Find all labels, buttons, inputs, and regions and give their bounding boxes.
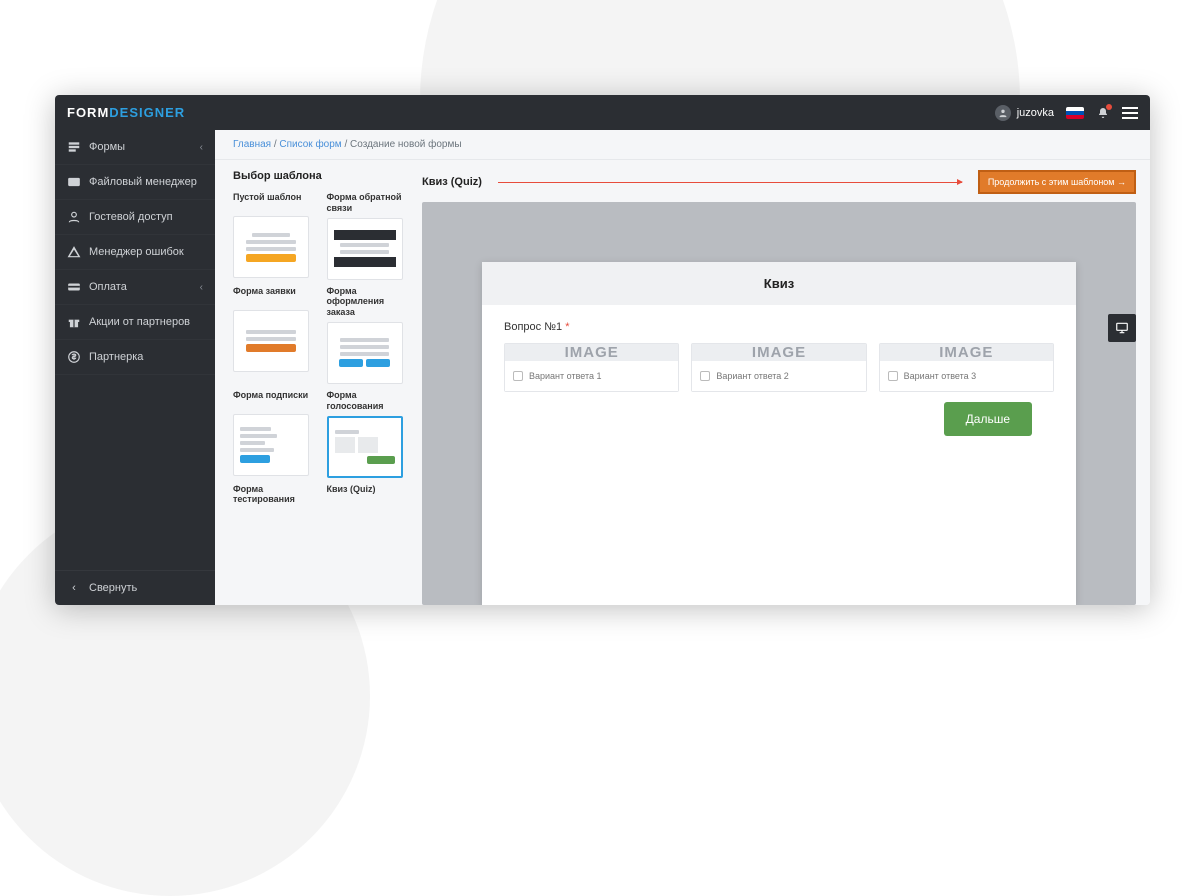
sidebar-item-forms[interactable]: Формы ‹ <box>55 130 215 165</box>
arrow-indicator <box>498 182 962 183</box>
flag-ru-icon <box>1066 107 1084 119</box>
quiz-heading: Квиз <box>482 262 1076 305</box>
sidebar-item-label: Оплата <box>89 281 127 293</box>
template-request[interactable]: Форма заявки <box>233 286 315 384</box>
sidebar-item-label: Акции от партнеров <box>89 316 190 328</box>
collapse-label: Свернуть <box>89 582 137 594</box>
template-quiz[interactable]: Квиз (Quiz) <box>327 484 409 510</box>
chevron-left-icon: ‹ <box>200 282 203 293</box>
desktop-icon <box>1115 321 1129 335</box>
radio-icon <box>513 371 523 381</box>
next-button[interactable]: Дальше <box>944 402 1032 436</box>
preview-area: Квиз (Quiz) Продолжить с этим шаблоном →… <box>408 160 1150 605</box>
guest-icon <box>67 210 81 224</box>
bell-icon <box>1096 106 1110 120</box>
app-window: FORMDESIGNER juzovka Формы ‹ <box>55 95 1150 605</box>
main-area: Главная / Список форм / Создание новой ф… <box>215 130 1150 605</box>
image-placeholder: IMAGE <box>880 344 1053 361</box>
logo[interactable]: FORMDESIGNER <box>67 105 185 120</box>
hamburger-icon <box>1122 107 1138 119</box>
template-testing[interactable]: Форма тестирования <box>233 484 315 510</box>
payment-icon <box>67 280 81 294</box>
radio-icon <box>700 371 710 381</box>
device-toggle[interactable] <box>1108 314 1136 342</box>
avatar-icon <box>995 105 1011 121</box>
image-placeholder: IMAGE <box>692 344 865 361</box>
breadcrumb: Главная / Список форм / Создание новой ф… <box>215 130 1150 160</box>
template-feedback[interactable]: Форма обратной связи <box>327 192 409 280</box>
template-thumb <box>233 216 309 278</box>
continue-button[interactable]: Продолжить с этим шаблоном → <box>978 170 1136 194</box>
preview-title: Квиз (Quiz) <box>422 176 482 188</box>
sidebar-item-label: Партнерка <box>89 351 143 363</box>
template-vote[interactable]: Форма голосования <box>327 390 409 478</box>
required-mark: * <box>565 321 569 333</box>
files-icon <box>67 175 81 189</box>
breadcrumb-home[interactable]: Главная <box>233 139 271 150</box>
quiz-option-2[interactable]: IMAGE Вариант ответа 2 <box>691 343 866 392</box>
templates-title: Выбор шаблона <box>233 170 408 182</box>
language-switch[interactable] <box>1066 107 1084 119</box>
template-thumb <box>233 310 309 372</box>
user-name: juzovka <box>1017 107 1054 119</box>
gift-icon <box>67 315 81 329</box>
sidebar-item-errors[interactable]: Менеджер ошибок <box>55 235 215 270</box>
question-label: Вопрос №1 * <box>504 321 1054 333</box>
breadcrumb-current: Создание новой формы <box>350 139 462 150</box>
sidebar: Формы ‹ Файловый менеджер Гостевой досту… <box>55 130 215 605</box>
logo-part1: FORM <box>67 105 109 120</box>
sidebar-item-partner[interactable]: Партнерка <box>55 340 215 375</box>
template-panel: Выбор шаблона Пустой шаблон Форма обратн… <box>215 160 408 605</box>
warning-icon <box>67 245 81 259</box>
radio-icon <box>888 371 898 381</box>
menu-toggle[interactable] <box>1122 107 1138 119</box>
template-thumb <box>327 322 403 384</box>
sidebar-item-guest[interactable]: Гостевой доступ <box>55 200 215 235</box>
dollar-icon <box>67 350 81 364</box>
quiz-option-1[interactable]: IMAGE Вариант ответа 1 <box>504 343 679 392</box>
forms-icon <box>67 140 81 154</box>
sidebar-item-files[interactable]: Файловый менеджер <box>55 165 215 200</box>
sidebar-item-promo[interactable]: Акции от партнеров <box>55 305 215 340</box>
sidebar-collapse[interactable]: ‹ Свернуть <box>55 570 215 605</box>
template-thumb <box>233 414 309 476</box>
template-thumb <box>327 218 403 280</box>
chevron-left-icon: ‹ <box>67 581 81 595</box>
user-menu[interactable]: juzovka <box>995 105 1054 121</box>
sidebar-item-payment[interactable]: Оплата ‹ <box>55 270 215 305</box>
topbar: FORMDESIGNER juzovka <box>55 95 1150 130</box>
quiz-card: Квиз Вопрос №1 * IMAGE Вариант ответа 1 <box>482 262 1076 605</box>
chevron-left-icon: ‹ <box>200 142 203 153</box>
template-subscribe[interactable]: Форма подписки <box>233 390 315 478</box>
image-placeholder: IMAGE <box>505 344 678 361</box>
template-thumb <box>327 416 403 478</box>
breadcrumb-list[interactable]: Список форм <box>279 139 341 150</box>
sidebar-item-label: Файловый менеджер <box>89 176 197 188</box>
sidebar-item-label: Менеджер ошибок <box>89 246 184 258</box>
preview-canvas: Квиз Вопрос №1 * IMAGE Вариант ответа 1 <box>422 202 1136 605</box>
sidebar-item-label: Гостевой доступ <box>89 211 173 223</box>
logo-part2: DESIGNER <box>109 105 185 120</box>
quiz-option-3[interactable]: IMAGE Вариант ответа 3 <box>879 343 1054 392</box>
notifications[interactable] <box>1096 106 1110 120</box>
sidebar-item-label: Формы <box>89 141 125 153</box>
template-empty[interactable]: Пустой шаблон <box>233 192 315 280</box>
template-order[interactable]: Форма оформления заказа <box>327 286 409 384</box>
